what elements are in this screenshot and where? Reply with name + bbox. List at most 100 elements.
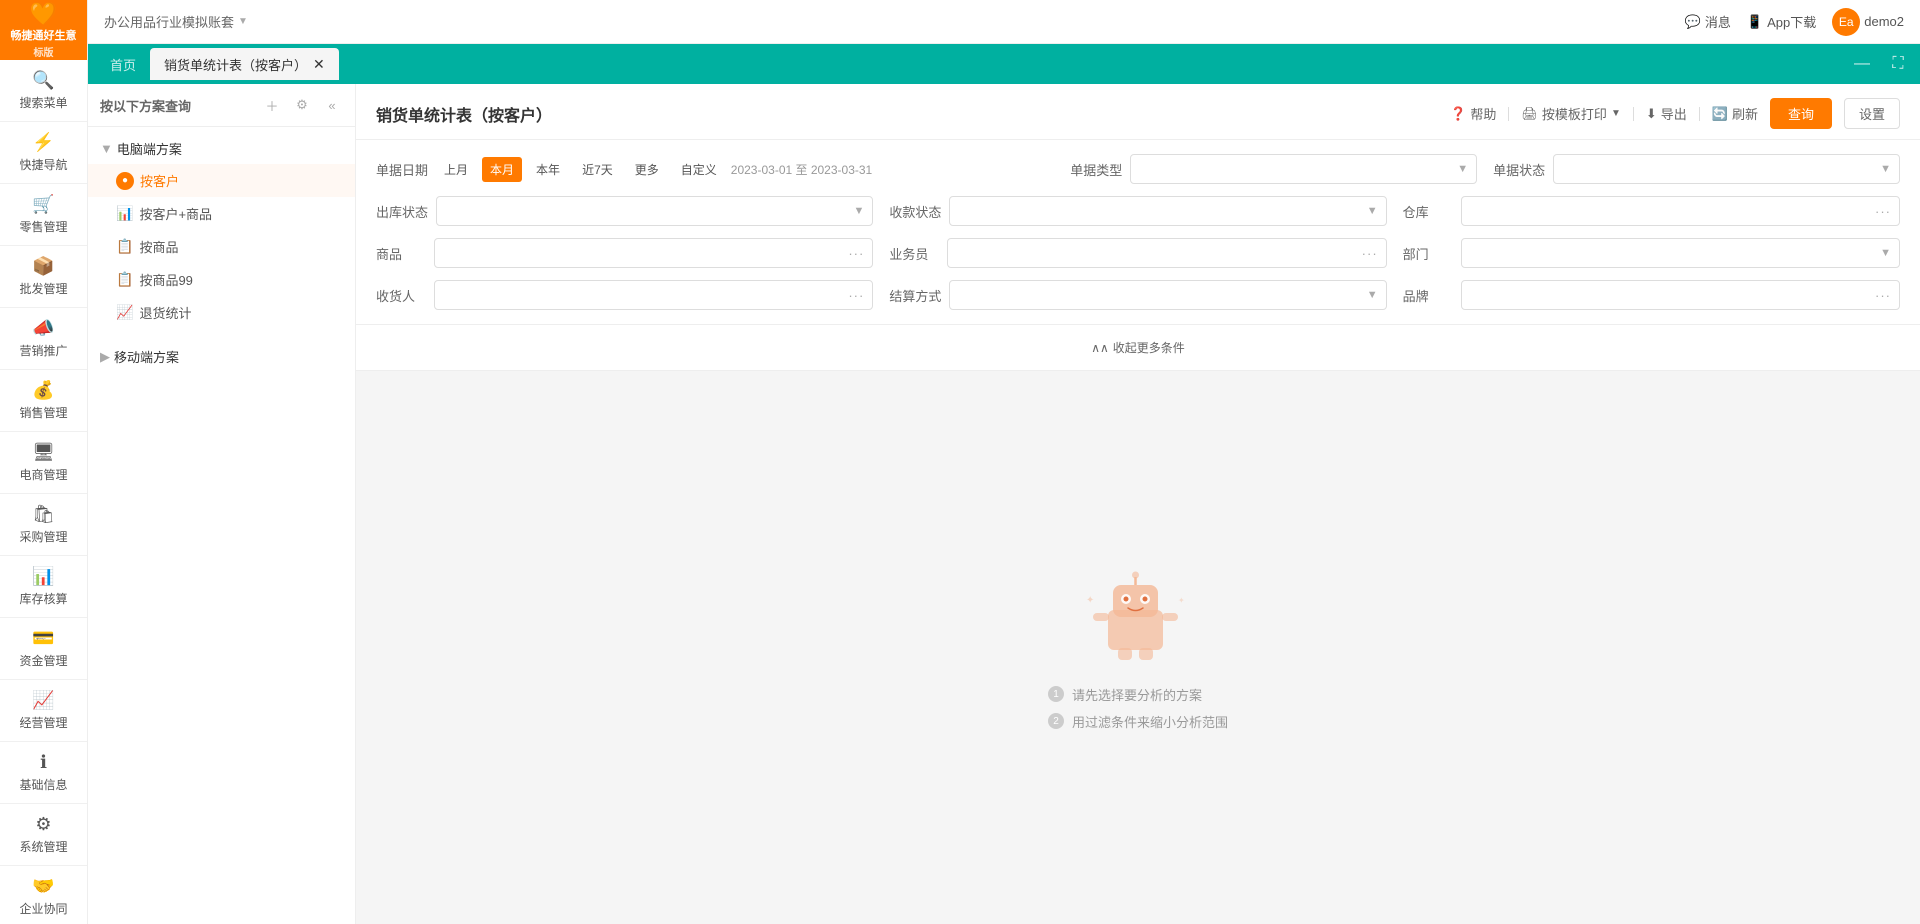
sidebar-item-label: 经营管理: [19, 714, 67, 731]
tab-maximize-btn[interactable]: ⛶: [1884, 50, 1912, 78]
date-this-year-btn[interactable]: 本年: [528, 157, 568, 182]
tab-sales-stats[interactable]: 销货单统计表（按客户） ✕: [150, 48, 339, 80]
query-button[interactable]: 查询: [1770, 98, 1832, 129]
empty-tips: 1 请先选择要分析的方案 2 用过滤条件来缩小分析范围: [1048, 685, 1228, 731]
date-filter-group: 上月 本月 本年 近7天 更多 自定义 2023-03-01 至 2023-03…: [436, 157, 1054, 182]
date-more-btn[interactable]: 更多: [627, 157, 667, 182]
divider3: [1699, 107, 1700, 121]
tree-child-label: 按客户+商品: [139, 204, 212, 223]
help-icon: ❓: [1450, 106, 1466, 122]
tip-text-2: 用过滤条件来缩小分析范围: [1072, 712, 1228, 731]
settlement-select[interactable]: ▼: [949, 280, 1386, 310]
export-btn[interactable]: ⬇ 导出: [1646, 104, 1687, 123]
refresh-btn[interactable]: 🔄 刷新: [1712, 104, 1758, 123]
sidebar-item-basic[interactable]: ℹ 基础信息: [0, 742, 87, 804]
tree-parent-mobile[interactable]: ▶ 移动端方案: [88, 341, 355, 372]
brand-label: 品牌: [1403, 286, 1453, 305]
order-status-select[interactable]: ▼: [1553, 154, 1900, 184]
sidebar-item-management[interactable]: 📈 经营管理: [0, 680, 87, 742]
tree-child-by-goods[interactable]: 📋 按商品: [88, 230, 355, 263]
sidebar-item-system[interactable]: ⚙ 系统管理: [0, 804, 87, 866]
tab-close-icon[interactable]: ✕: [313, 57, 325, 71]
date-last-month-btn[interactable]: 上月: [436, 157, 476, 182]
goods-input[interactable]: ···: [434, 238, 873, 268]
content-area: 按以下方案查询 ＋ ⚙ « ▼ 电脑端方案 ● 按客户 📊 按客户+商品: [88, 84, 1920, 924]
sales-icon: 💰: [32, 380, 54, 401]
search-icon: 🔍: [32, 70, 54, 91]
collapse-label: 收起更多条件: [1113, 339, 1185, 356]
empty-svg: ✦ ✦: [1078, 565, 1198, 665]
refresh-label: 刷新: [1732, 104, 1758, 123]
tabbar: 首页 销货单统计表（按客户） ✕ — ⛶: [88, 44, 1920, 84]
list2-icon: 📋: [116, 271, 133, 288]
date-this-month-btn[interactable]: 本月: [482, 157, 522, 182]
sidebar-item-wholesale[interactable]: 📦 批发管理: [0, 246, 87, 308]
app-download-btn[interactable]: 📱 App下载: [1747, 12, 1816, 31]
tip-num-1: 1: [1048, 686, 1064, 702]
divider: [1508, 107, 1509, 121]
date-7days-btn[interactable]: 近7天: [574, 157, 621, 182]
message-btn[interactable]: 💬 消息: [1685, 12, 1731, 31]
tree-parent-label: 移动端方案: [114, 347, 179, 366]
page-title-bar: 销货单统计表（按客户） ❓ 帮助 🖨 按模板打印 ▼ ⬇: [356, 84, 1920, 140]
sidebar-item-label: 营销推广: [19, 342, 67, 359]
collapse-btn[interactable]: ∧∧ 收起更多条件: [1075, 335, 1201, 360]
tree-parent-pc[interactable]: ▼ 电脑端方案: [88, 133, 355, 164]
tab-minimize-btn[interactable]: —: [1848, 50, 1876, 78]
sidebar-item-search[interactable]: 🔍 搜索菜单: [0, 60, 87, 122]
consignee-input[interactable]: ···: [434, 280, 873, 310]
salesperson-label: 业务员: [889, 244, 939, 263]
sidebar-item-ecommerce[interactable]: 🖥 电商管理: [0, 432, 87, 494]
chevron-down-icon: ▼: [1367, 205, 1378, 217]
filter-row-2: 出库状态 ▼ 收款状态 ▼ 仓库: [376, 196, 1900, 226]
brand-input[interactable]: ···: [1461, 280, 1900, 310]
goods-label: 商品: [376, 244, 426, 263]
tree-child-label: 退货统计: [139, 303, 191, 322]
tree-child-customer-goods[interactable]: 📊 按客户+商品: [88, 197, 355, 230]
dots-icon: ···: [848, 246, 864, 261]
export-label: 导出: [1661, 104, 1687, 123]
department-select[interactable]: ▼: [1461, 238, 1900, 268]
sidebar-item-sales[interactable]: 💰 销售管理: [0, 370, 87, 432]
sidebar-item-finance[interactable]: 💳 资金管理: [0, 618, 87, 680]
tab-home[interactable]: 首页: [96, 48, 150, 80]
warehouse-input[interactable]: ···: [1461, 196, 1900, 226]
sidebar-item-collab[interactable]: 🤝 企业协同: [0, 866, 87, 924]
tip-text-1: 请先选择要分析的方案: [1072, 685, 1202, 704]
tree-child-return-stats[interactable]: 📈 退货统计: [88, 296, 355, 329]
sidebar-item-retail[interactable]: 🛒 零售管理: [0, 184, 87, 246]
empty-tip-1: 1 请先选择要分析的方案: [1048, 685, 1228, 704]
out-status-select[interactable]: ▼: [436, 196, 873, 226]
settings-scheme-btn[interactable]: ⚙: [291, 94, 313, 116]
sidebar-item-marketing[interactable]: 📣 营销推广: [0, 308, 87, 370]
help-btn[interactable]: ❓ 帮助: [1450, 104, 1496, 123]
tree-child-by-customer[interactable]: ● 按客户: [88, 164, 355, 197]
header-left: 办公用品行业模拟账套 ▼: [104, 12, 248, 31]
collab-icon: 🤝: [32, 876, 54, 897]
filter-group-consignee: 收货人 ···: [376, 280, 873, 310]
active-indicator: ●: [116, 172, 134, 190]
sidebar-item-inventory[interactable]: 📊 库存核算: [0, 556, 87, 618]
sidebar-item-quicknav[interactable]: ⚡ 快捷导航: [0, 122, 87, 184]
logo-sub: 标版: [34, 44, 54, 59]
refresh-icon: 🔄: [1712, 106, 1728, 122]
sidebar-item-purchase[interactable]: 🛍 采购管理: [0, 494, 87, 556]
date-custom-btn[interactable]: 自定义: [673, 157, 725, 182]
settings-button[interactable]: 设置: [1844, 98, 1900, 129]
industry-selector[interactable]: 办公用品行业模拟账套 ▼: [104, 12, 248, 31]
filter-group-order-type: 单据类型 ▼: [1070, 154, 1477, 184]
order-type-label: 单据类型: [1070, 160, 1122, 179]
tree-child-goods99[interactable]: 📋 按商品99: [88, 263, 355, 296]
empty-illustration: ✦ ✦: [1078, 565, 1198, 665]
order-type-select[interactable]: ▼: [1130, 154, 1477, 184]
purchase-icon: 🛍: [32, 504, 55, 525]
sidebar-item-label: 销售管理: [19, 404, 67, 421]
message-label: 消息: [1705, 12, 1731, 31]
receipt-status-select[interactable]: ▼: [949, 196, 1386, 226]
collapse-panel-btn[interactable]: «: [321, 94, 343, 116]
add-scheme-btn[interactable]: ＋: [261, 94, 283, 116]
template-print-btn[interactable]: 🖨 按模板打印 ▼: [1521, 104, 1620, 123]
salesperson-input[interactable]: ···: [947, 238, 1386, 268]
management-icon: 📈: [32, 690, 54, 711]
user-menu[interactable]: Ea demo2: [1832, 8, 1904, 36]
